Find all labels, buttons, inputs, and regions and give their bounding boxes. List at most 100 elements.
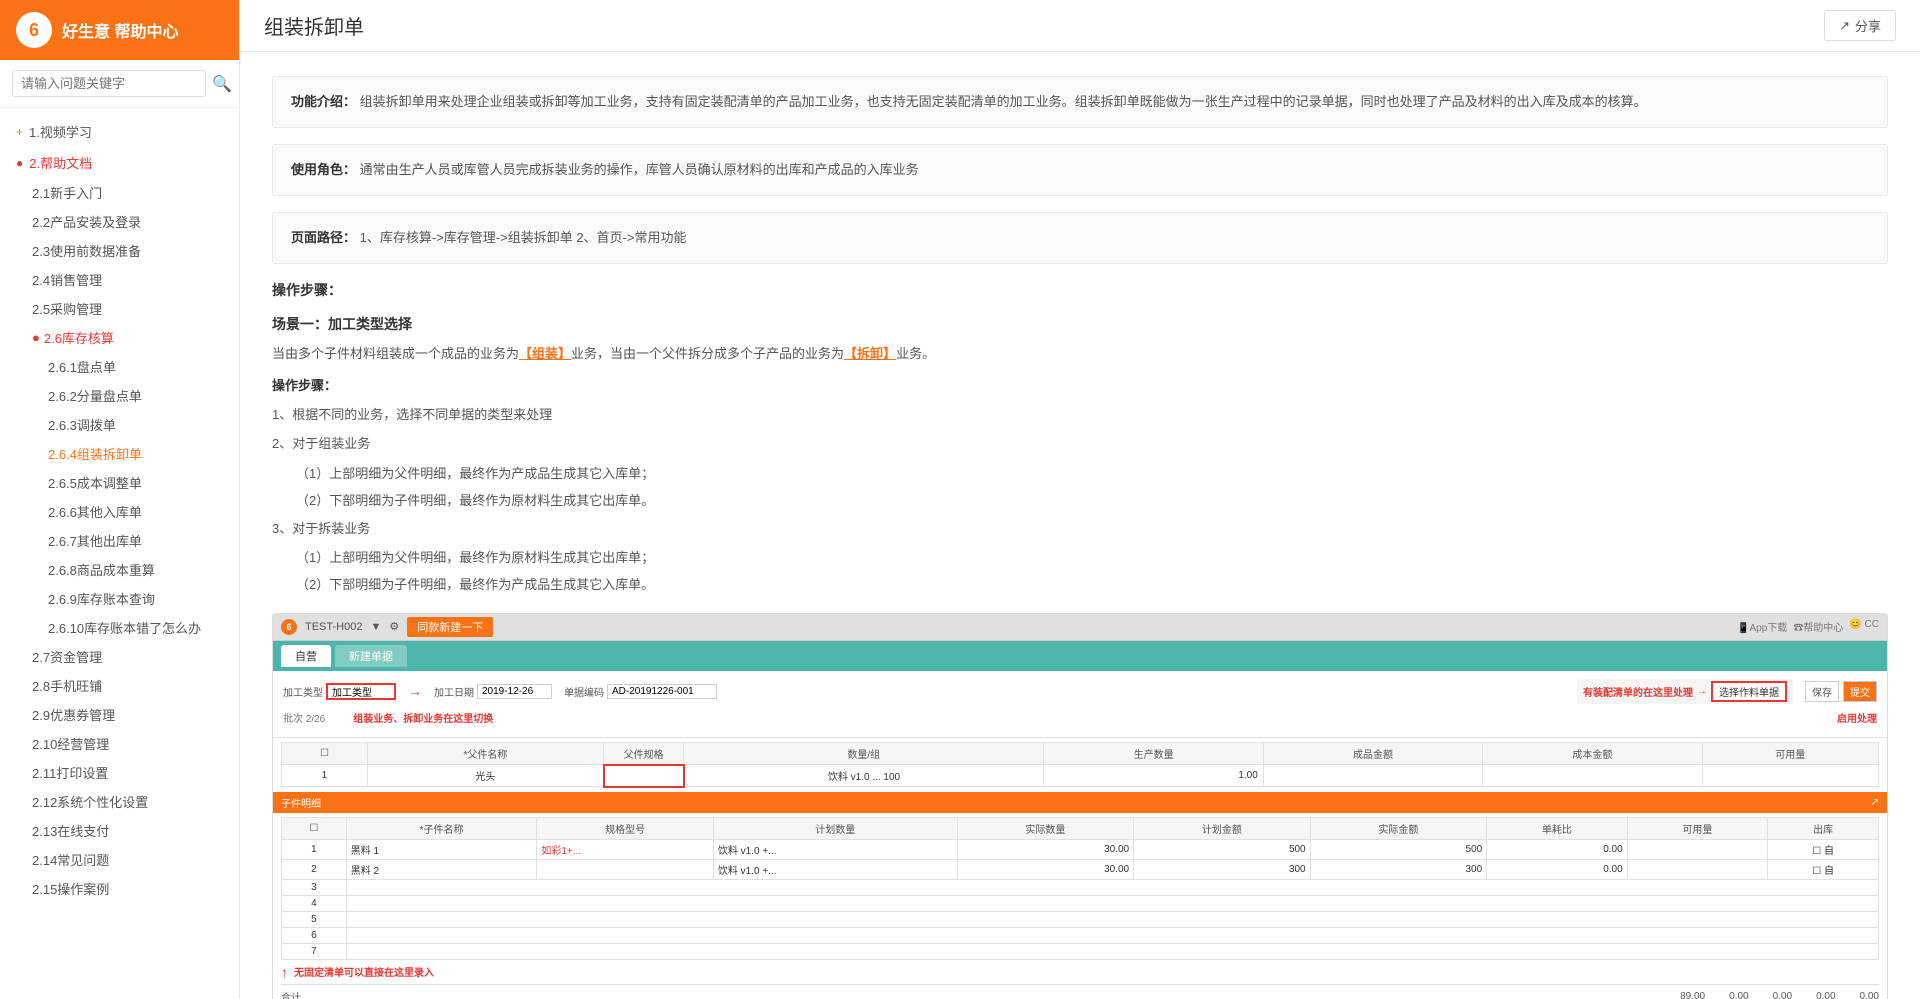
role-text: 通常由生产人员或库管人员完成拆装业务的操作，库管人员确认原材料的出库和产成品的入… xyxy=(360,162,919,177)
ss-annotation1: 有装配清单的在这里处理 xyxy=(1583,684,1693,699)
scene1-desc: 当由多个子件材料组装成一个成品的业务为【组装】业务，当由一个父件拆分成多个子产品… xyxy=(272,342,1888,365)
ss-parent-table: ☐ *父件名称 父件规格 数量/组 生产数量 成品金额 成本金额 可用量 xyxy=(281,742,1879,788)
table-row: 7 xyxy=(282,943,1879,959)
sidebar-item-stock-fix[interactable]: 2.6.10库存账本错了怎么办 xyxy=(0,613,239,642)
table-row: 5 xyxy=(282,911,1879,927)
ss-date-label: 加工日期 xyxy=(434,684,474,699)
sidebar-item-sales[interactable]: 2.4销售管理 xyxy=(0,265,239,294)
path-label: 页面路径： xyxy=(291,230,356,245)
ss-total2: 0.00 xyxy=(1729,991,1748,999)
ss-total1: 89.00 xyxy=(1680,991,1705,999)
ss-submit-btn[interactable]: 提交 xyxy=(1843,681,1877,702)
main: 组装拆卸单 ↗ 分享 功能介绍： 组装拆卸单用来处理企业组装或拆卸等加工业务，支… xyxy=(240,0,1920,999)
ss-total4: 0.00 xyxy=(1816,991,1835,999)
search-input[interactable] xyxy=(12,70,206,97)
table-row: 6 xyxy=(282,927,1879,943)
ss-orange-btn[interactable]: 同款新建一下 xyxy=(407,617,493,637)
logo-icon: 6 xyxy=(16,12,52,48)
sidebar-item-video-label: 1.视频学习 xyxy=(29,122,92,141)
sidebar-item-personalize[interactable]: 2.12系统个性化设置 xyxy=(0,787,239,816)
role-block: 使用角色： 通常由生产人员或库管人员完成拆装业务的操作，库管人员确认原材料的出库… xyxy=(272,144,1888,196)
minus-icon-2: ● xyxy=(32,330,40,345)
topbar: 组装拆卸单 ↗ 分享 xyxy=(240,0,1920,52)
content-area: 功能介绍： 组装拆卸单用来处理企业组装或拆卸等加工业务，支持有固定装配清单的产品… xyxy=(240,52,1920,999)
func-intro-text: 组装拆卸单用来处理企业组装或拆卸等加工业务，支持有固定装配清单的产品加工业务，也… xyxy=(360,94,1647,109)
sidebar-item-stocktake[interactable]: 2.6.1盘点单 xyxy=(0,352,239,381)
ss-tab-neworder[interactable]: 新建单据 xyxy=(335,645,407,667)
ss-save-btn[interactable]: 保存 xyxy=(1805,681,1839,702)
sidebar-item-inventory[interactable]: ● 2.6库存核算 xyxy=(0,323,239,352)
ss-date-input[interactable] xyxy=(477,684,552,699)
ss-type-label: 加工类型 xyxy=(283,684,323,699)
sidebar-item-cost-adjust[interactable]: 2.6.5成本调整单 xyxy=(0,468,239,497)
share-button[interactable]: ↗ 分享 xyxy=(1824,10,1896,41)
nav-tree: + 1.视频学习 ● 2.帮助文档 2.1新手入门 2.2产品安装及登录 2.3… xyxy=(0,108,239,999)
sidebar-item-bizmanage[interactable]: 2.10经营管理 xyxy=(0,729,239,758)
sidebar-item-faq[interactable]: 2.14常见问题 xyxy=(0,845,239,874)
ss-annotation4-label: 启用处理 xyxy=(1837,710,1877,725)
scene1-step3: 3、对于拆装业务 xyxy=(272,517,1888,540)
sidebar-title: 好生意 帮助中心 xyxy=(62,18,178,42)
ss-annotation5: 无固定清单可以直接在这里录入 xyxy=(294,964,434,979)
sidebar-item-mobile[interactable]: 2.8手机旺铺 xyxy=(0,671,239,700)
role-label: 使用角色： xyxy=(291,162,356,177)
scene1-step2: 2、对于组装业务 xyxy=(272,432,1888,455)
sidebar-item-docs-label: 2.帮助文档 xyxy=(29,153,92,172)
ss-code-input[interactable] xyxy=(607,684,717,699)
ss-select-material-btn[interactable]: 选择作料单据 xyxy=(1711,681,1787,702)
sidebar-item-other-in[interactable]: 2.6.6其他入库单 xyxy=(0,497,239,526)
scene1-step2-sub2: （2）下部明细为子件明细，最终作为原材料生成其它出库单。 xyxy=(272,489,1888,512)
ss-id: TEST-H002 xyxy=(305,621,362,633)
scene1-step2-sub1: （1）上部明细为父件明细，最终作为产成品生成其它入库单； xyxy=(272,462,1888,485)
ss-total-unit: 0.00 xyxy=(1860,991,1879,999)
ss-red-arrow1: → xyxy=(1697,686,1707,697)
share-label: 分享 xyxy=(1855,16,1881,35)
ss-type-field: 加工类型 xyxy=(283,683,396,700)
sidebar-item-cases[interactable]: 2.15操作案例 xyxy=(0,874,239,903)
ss-total-label: 合计 xyxy=(281,989,301,999)
path-block: 页面路径： 1、库存核算->库存管理->组装拆卸单 2、首页->常用功能 xyxy=(272,212,1888,264)
scene1-step3-sub1: （1）上部明细为父件明细，最终作为原材料生成其它出库单； xyxy=(272,546,1888,569)
scene1-step3-sub2: （2）下部明细为子件明细，最终作为产成品生成其它入库单。 xyxy=(272,573,1888,596)
ss-arrow1: → xyxy=(408,683,422,699)
sidebar-item-finance[interactable]: 2.7资金管理 xyxy=(0,642,239,671)
sidebar-item-other-out[interactable]: 2.6.7其他出库单 xyxy=(0,526,239,555)
sidebar-item-dataprep[interactable]: 2.3使用前数据准备 xyxy=(0,236,239,265)
path-text: 1、库存核算->库存管理->组装拆卸单 2、首页->常用功能 xyxy=(360,230,687,245)
ss-add-icon: ↗ xyxy=(1871,797,1879,808)
ss-tab-self[interactable]: 自营 xyxy=(281,645,331,667)
table-row: 4 xyxy=(282,895,1879,911)
table-row: 2 黑料 2 饮料 v1.0 +... 30.00 300 300 0.00 ☐… xyxy=(282,859,1879,879)
table-row: 3 xyxy=(282,879,1879,895)
sidebar-item-newbie[interactable]: 2.1新手入门 xyxy=(0,178,239,207)
ss-code-label: 单据编码 xyxy=(564,684,604,699)
ss-date-field: 加工日期 xyxy=(434,684,552,699)
ss-qty-info: 批次 2/26 xyxy=(283,710,325,725)
sidebar-item-install[interactable]: 2.2产品安装及登录 xyxy=(0,207,239,236)
page-title: 组装拆卸单 xyxy=(264,11,364,40)
ss-total3: 0.00 xyxy=(1773,991,1792,999)
ss-dropdown-icon: ▼ xyxy=(370,621,381,633)
plus-icon: + xyxy=(16,125,23,139)
sidebar-item-cost-recalc[interactable]: 2.6.8商品成本重算 xyxy=(0,555,239,584)
search-button[interactable]: 🔍 xyxy=(212,74,232,94)
sidebar-item-coupon[interactable]: 2.9优惠券管理 xyxy=(0,700,239,729)
share-icon: ↗ xyxy=(1839,18,1850,34)
sidebar-item-payment[interactable]: 2.13在线支付 xyxy=(0,816,239,845)
sidebar-item-assembly[interactable]: 2.6.4组装拆卸单 xyxy=(0,439,239,468)
ss-annotation3-label: 组装业务、拆卸业务在这里切换 xyxy=(353,710,493,725)
sidebar-item-docs[interactable]: ● 2.帮助文档 xyxy=(0,147,239,178)
sidebar-item-video[interactable]: + 1.视频学习 xyxy=(0,116,239,147)
ss-arrow-up: ↑ xyxy=(281,964,288,980)
ss-action-btns: 保存 提交 xyxy=(1805,681,1877,702)
sidebar-item-purchase[interactable]: 2.5采购管理 xyxy=(0,294,239,323)
sidebar-item-partial-stocktake[interactable]: 2.6.2分量盘点单 xyxy=(0,381,239,410)
sidebar-item-print[interactable]: 2.11打印设置 xyxy=(0,758,239,787)
sidebar-item-stock-ledger[interactable]: 2.6.9库存账本查询 xyxy=(0,584,239,613)
sidebar-item-transfer[interactable]: 2.6.3调拨单 xyxy=(0,410,239,439)
ss-app-icon: 6 xyxy=(281,619,297,635)
mock-screenshot: 6 TEST-H002 ▼ ⚙ 同款新建一下 📱App下载 ☎帮助中心 😊 CC… xyxy=(273,614,1887,999)
ss-type-input[interactable] xyxy=(326,683,396,700)
scene1-step1: 1、根据不同的业务，选择不同单据的类型来处理 xyxy=(272,403,1888,426)
ss-gear-icon: ⚙ xyxy=(389,620,399,633)
